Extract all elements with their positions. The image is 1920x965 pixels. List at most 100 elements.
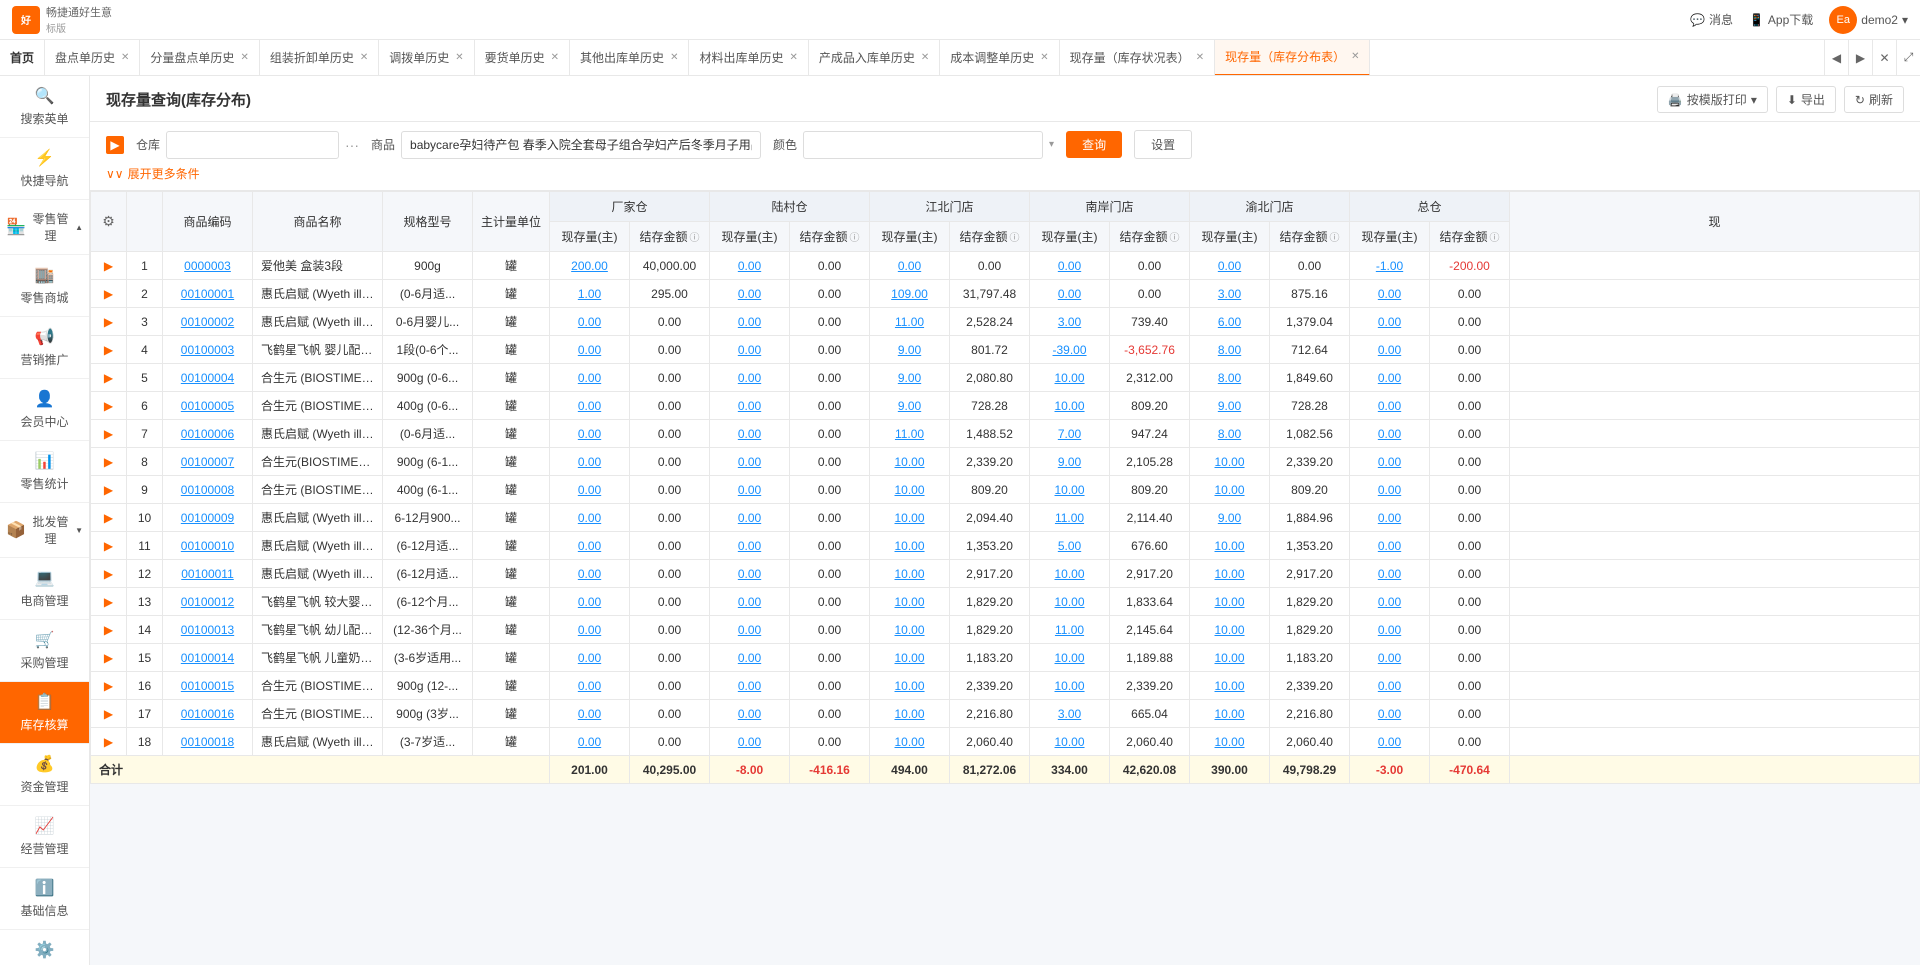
close-icon[interactable]: ✕ [121, 52, 129, 63]
expand-more-btn[interactable]: ∨∨ 展开更多条件 [106, 165, 1904, 182]
product-input[interactable] [401, 131, 761, 159]
tab-home[interactable]: 首页 [0, 40, 45, 76]
row-expand[interactable]: ▶ [91, 728, 127, 756]
nav-next-btn[interactable]: ▶ [1848, 40, 1872, 76]
tab-pandian[interactable]: 盘点单历史 ✕ [45, 40, 140, 76]
row-yubei-amt: 1,183.20 [1270, 644, 1350, 672]
row-expand[interactable]: ▶ [91, 560, 127, 588]
sidebar-item-basic-info[interactable]: ℹ️ 基础信息 [0, 868, 89, 930]
close-icon[interactable]: ✕ [1351, 51, 1359, 62]
sidebar-item-retail-mgmt[interactable]: 🏪 零售管理 ▲ [0, 200, 89, 255]
summary-label: 合计 [91, 756, 550, 784]
search-icon: 🔍 [35, 86, 55, 106]
row-factory-qty: 0.00 [550, 448, 630, 476]
row-expand[interactable]: ▶ [91, 308, 127, 336]
close-icon[interactable]: ✕ [455, 52, 463, 63]
sidebar-item-marketing[interactable]: 📢 营销推广 [0, 317, 89, 379]
row-name: 爱他美 盒装3段 [253, 252, 383, 280]
th-factory-qty: 现存量(主) [550, 222, 630, 252]
table-container[interactable]: ⚙ 商品编码 商品名称 规格型号 主计量单位 厂家仓 陆村仓 江北门店 南岸门店… [90, 191, 1920, 965]
row-seq: 8 [127, 448, 163, 476]
close-icon[interactable]: ✕ [670, 52, 678, 63]
row-expand[interactable]: ▶ [91, 448, 127, 476]
close-icon[interactable]: ✕ [1040, 52, 1048, 63]
row-expand[interactable]: ▶ [91, 532, 127, 560]
row-expand[interactable]: ▶ [91, 616, 127, 644]
row-code: 00100002 [163, 308, 253, 336]
refresh-btn[interactable]: ↻ 刷新 [1844, 86, 1904, 113]
tab-stock-dist[interactable]: 现存量（库存分布表） ✕ [1215, 40, 1370, 76]
sidebar-item-nav[interactable]: ⚡ 快捷导航 [0, 138, 89, 200]
user-menu[interactable]: Ea demo2 ▾ [1829, 6, 1908, 34]
warehouse-dots[interactable]: ··· [345, 137, 359, 153]
row-expand[interactable]: ▶ [91, 336, 127, 364]
close-icon[interactable]: ✕ [789, 52, 797, 63]
query-btn[interactable]: 查询 [1066, 131, 1122, 158]
settings-gear-icon[interactable]: ⚙ [102, 213, 115, 229]
app-download-btn[interactable]: 📱 App下载 [1749, 11, 1813, 28]
sidebar-item-biz-mgmt[interactable]: 📈 经营管理 [0, 806, 89, 868]
tab-otherout[interactable]: 其他出库单历史 ✕ [570, 40, 689, 76]
row-factory-amt: 0.00 [630, 728, 710, 756]
row-factory-amt: 0.00 [630, 700, 710, 728]
sidebar: 🔍 搜索英单 ⚡ 快捷导航 🏪 零售管理 ▲ 🏬 零售商城 📢 营销推广 👤 会… [0, 76, 90, 965]
tab-zuhe[interactable]: 组装折卸单历史 ✕ [260, 40, 379, 76]
tab-materialout[interactable]: 材料出库单历史 ✕ [689, 40, 808, 76]
row-expand[interactable]: ▶ [91, 644, 127, 672]
th-lu-amt: 结存金额ⓘ [790, 222, 870, 252]
sidebar-item-purchase[interactable]: 🛒 采购管理 [0, 620, 89, 682]
row-total-amt: 0.00 [1430, 532, 1510, 560]
sidebar-item-finance[interactable]: 💰 资金管理 [0, 744, 89, 806]
sidebar-item-member[interactable]: 👤 会员中心 [0, 379, 89, 441]
close-icon[interactable]: ✕ [1196, 52, 1204, 63]
row-name: 惠氏启赋 (Wyeth illu... [253, 308, 383, 336]
tab-diaob[interactable]: 调拨单历史 ✕ [379, 40, 474, 76]
tab-cost-adj[interactable]: 成本调整单历史 ✕ [940, 40, 1059, 76]
tab-yaohuo[interactable]: 要货单历史 ✕ [475, 40, 570, 76]
row-jiangbei-qty: 10.00 [870, 588, 950, 616]
row-expand[interactable]: ▶ [91, 672, 127, 700]
row-factory-qty: 0.00 [550, 728, 630, 756]
close-icon[interactable]: ✕ [240, 52, 248, 63]
export-btn[interactable]: ⬇ 导出 [1776, 86, 1836, 113]
print-btn[interactable]: 🖨️ 按模版打印 ▾ [1657, 86, 1768, 113]
sidebar-item-retail-stats[interactable]: 📊 零售统计 [0, 441, 89, 503]
row-expand[interactable]: ▶ [91, 420, 127, 448]
close-icon[interactable]: ✕ [360, 52, 368, 63]
sidebar-item-wholesale[interactable]: 📦 批发管理 ▼ [0, 503, 89, 558]
message-btn[interactable]: 💬 消息 [1690, 11, 1733, 28]
row-name: 飞鹤星飞帆 幼儿配方奶... [253, 616, 383, 644]
sidebar-item-search[interactable]: 🔍 搜索英单 [0, 76, 89, 138]
tab-stock-status[interactable]: 现存量（库存状况表） ✕ [1060, 40, 1215, 76]
row-expand[interactable]: ▶ [91, 700, 127, 728]
tab-product-in[interactable]: 产成品入库单历史 ✕ [809, 40, 940, 76]
row-code: 00100012 [163, 588, 253, 616]
row-expand[interactable]: ▶ [91, 476, 127, 504]
row-total-amt: 0.00 [1430, 420, 1510, 448]
close-icon[interactable]: ✕ [551, 52, 559, 63]
sidebar-item-system[interactable]: ⚙️ 系统管理 [0, 930, 89, 965]
tab-fenpan[interactable]: 分量盘点单历史 ✕ [140, 40, 259, 76]
nav-expand-btn[interactable]: ⤢ [1896, 40, 1920, 76]
expand-filter-btn[interactable]: ▶ [106, 136, 124, 154]
nav-close-btn[interactable]: ✕ [1872, 40, 1896, 76]
row-expand[interactable]: ▶ [91, 392, 127, 420]
row-yubei-amt: 1,829.20 [1270, 588, 1350, 616]
row-expand[interactable]: ▶ [91, 504, 127, 532]
settings-btn[interactable]: 设置 [1134, 130, 1192, 159]
row-expand[interactable]: ▶ [91, 588, 127, 616]
color-input[interactable] [803, 131, 1043, 159]
sidebar-item-retail-mall[interactable]: 🏬 零售商城 [0, 255, 89, 317]
row-factory-qty: 0.00 [550, 644, 630, 672]
message-icon: 💬 [1690, 13, 1705, 27]
row-expand[interactable]: ▶ [91, 364, 127, 392]
row-expand[interactable]: ▶ [91, 252, 127, 280]
row-expand[interactable]: ▶ [91, 280, 127, 308]
warehouse-input[interactable] [166, 131, 339, 159]
sidebar-item-inventory[interactable]: 📋 库存核算 [0, 682, 89, 744]
sidebar-item-ecommerce[interactable]: 💻 电商管理 [0, 558, 89, 620]
row-lu-qty: 0.00 [710, 644, 790, 672]
row-code: 00100006 [163, 420, 253, 448]
nav-prev-btn[interactable]: ◀ [1824, 40, 1848, 76]
close-icon[interactable]: ✕ [921, 52, 929, 63]
